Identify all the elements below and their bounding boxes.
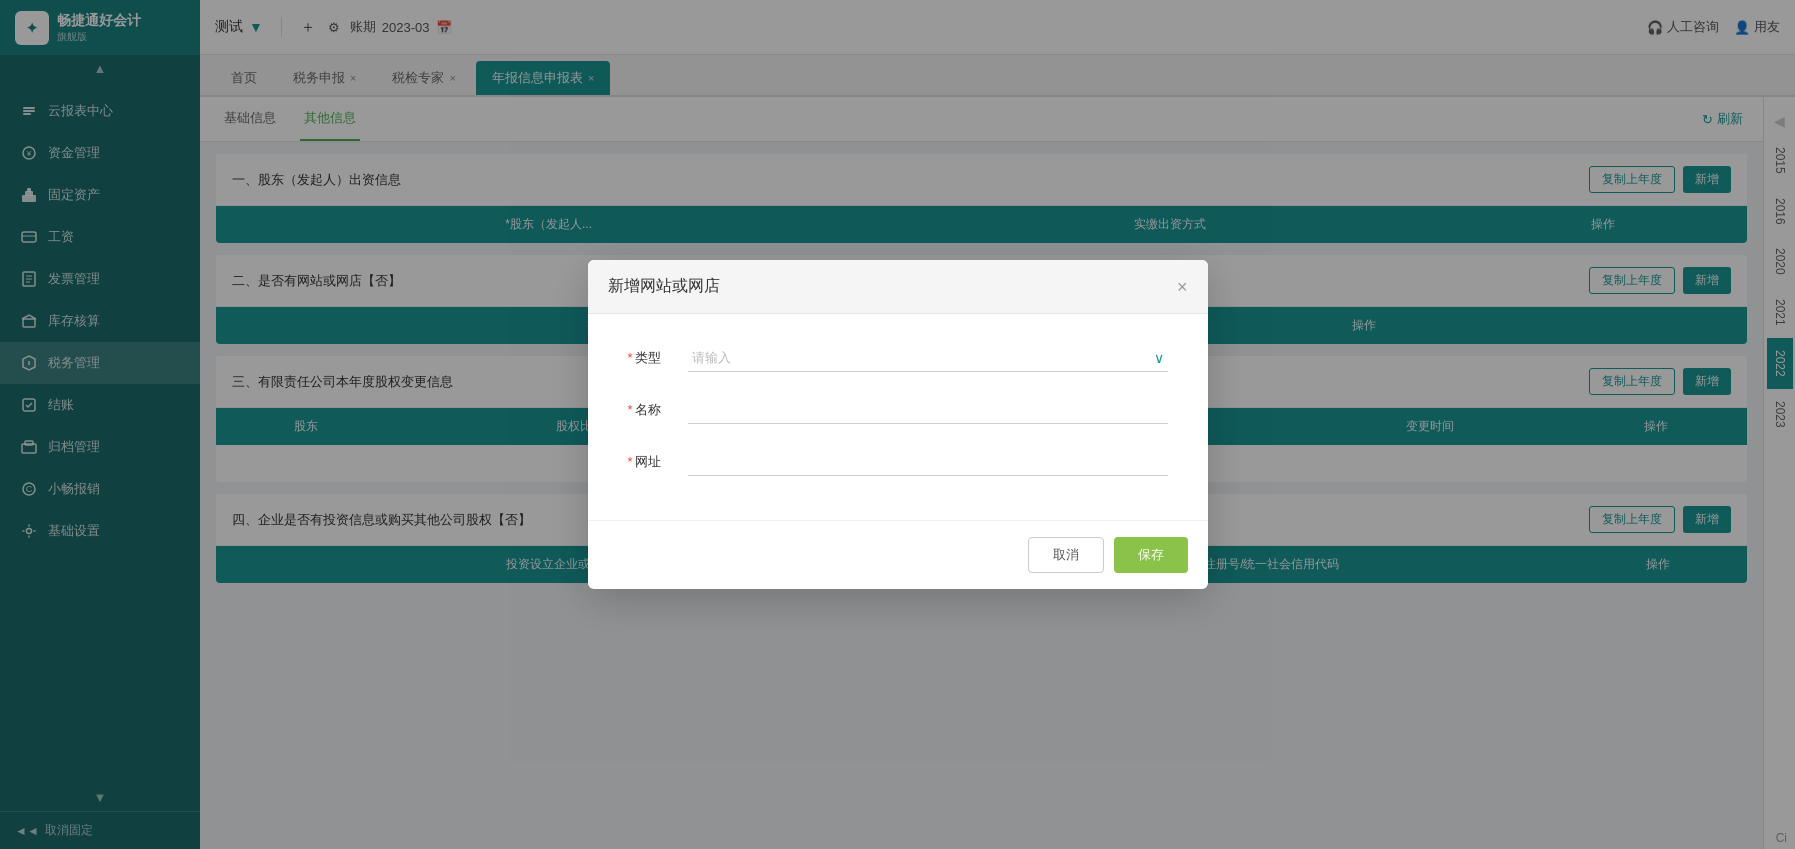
dialog-close-btn[interactable]: ×	[1177, 278, 1188, 296]
save-button[interactable]: 保存	[1114, 537, 1188, 573]
type-label-text: 类型	[635, 350, 661, 365]
form-row-name: *名称	[628, 396, 1168, 424]
name-input[interactable]	[688, 396, 1168, 423]
dialog-title: 新增网站或网店	[608, 276, 720, 297]
dialog-footer: 取消 保存	[588, 520, 1208, 589]
name-label-text: 名称	[635, 402, 661, 417]
form-row-url: *网址	[628, 448, 1168, 476]
url-input[interactable]	[688, 448, 1168, 475]
cancel-button[interactable]: 取消	[1028, 537, 1104, 573]
url-label-text: 网址	[635, 454, 661, 469]
url-label: *网址	[628, 453, 688, 471]
type-dropdown-arrow[interactable]: ∨	[1150, 350, 1168, 366]
type-control-wrapper: ∨	[688, 344, 1168, 372]
url-required-mark: *	[628, 454, 633, 469]
add-website-dialog: 新增网站或网店 × *类型 ∨ *名称	[588, 260, 1208, 589]
dialog-header: 新增网站或网店 ×	[588, 260, 1208, 314]
type-input[interactable]	[688, 344, 1150, 371]
name-control-wrapper	[688, 396, 1168, 424]
type-label: *类型	[628, 349, 688, 367]
dialog-overlay[interactable]: 新增网站或网店 × *类型 ∨ *名称	[0, 0, 1795, 849]
url-control-wrapper	[688, 448, 1168, 476]
form-row-type: *类型 ∨	[628, 344, 1168, 372]
name-label: *名称	[628, 401, 688, 419]
type-required-mark: *	[628, 350, 633, 365]
dialog-body: *类型 ∨ *名称 *网址	[588, 314, 1208, 520]
name-required-mark: *	[628, 402, 633, 417]
